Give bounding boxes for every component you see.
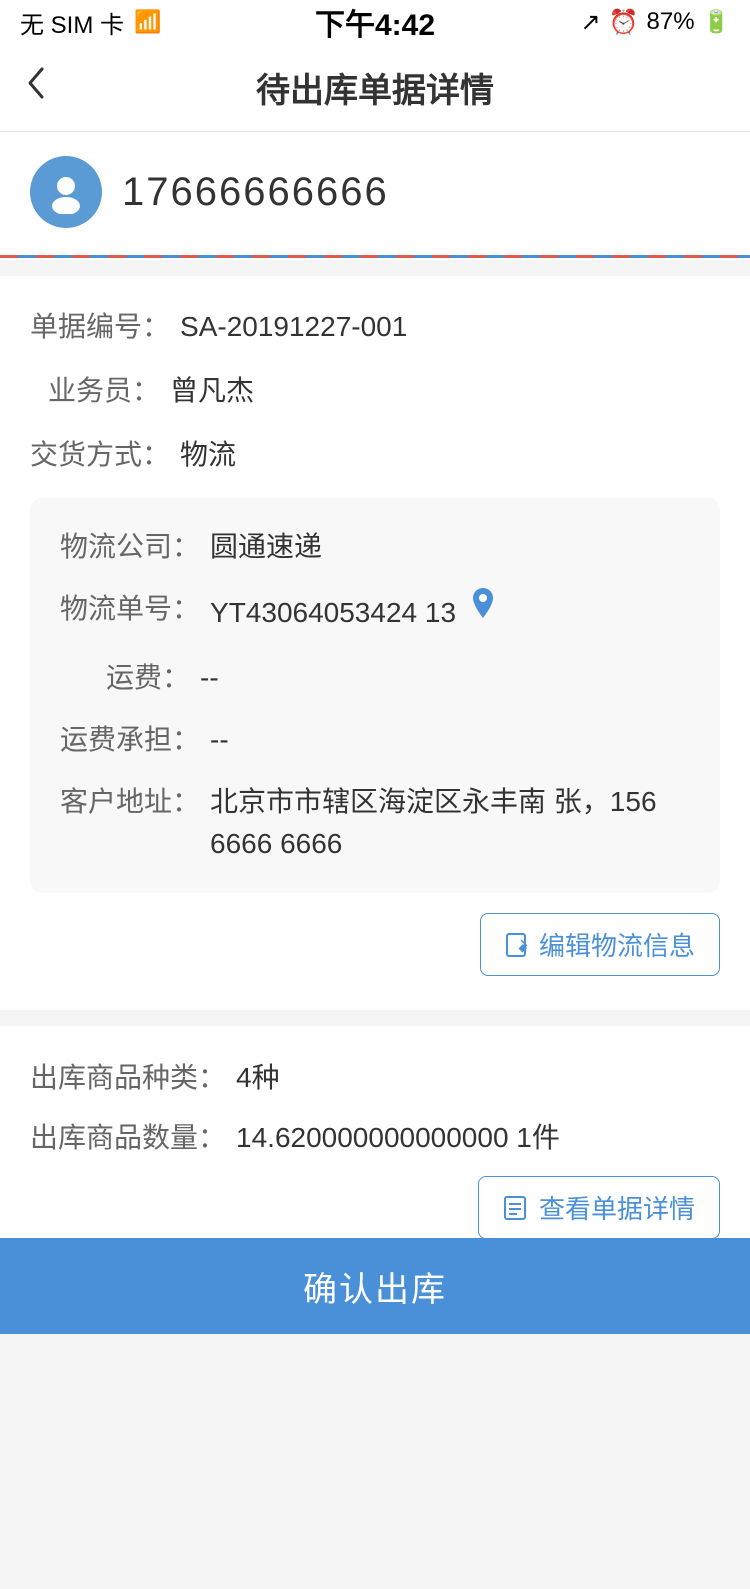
battery-icon: 🔋	[703, 9, 730, 35]
tracking-number: YT43064053424 13	[210, 592, 456, 634]
confirm-button-bar[interactable]: 确认出库	[0, 1238, 750, 1334]
view-details-action-row: 查看单据详情	[30, 1176, 720, 1243]
freight-bearer-label: 运费承担：	[60, 719, 210, 761]
carrier-text: 无 SIM 卡	[20, 5, 124, 40]
edit-logistics-label: 编辑物流信息	[539, 926, 695, 963]
delivery-label: 交货方式：	[30, 434, 180, 476]
salesman-value: 曾凡杰	[170, 370, 720, 412]
freight-bearer-value: --	[210, 719, 690, 761]
map-pin-icon[interactable]	[468, 588, 498, 637]
logistics-company-label: 物流公司：	[60, 526, 210, 568]
edit-logistics-button[interactable]: 编辑物流信息	[480, 913, 720, 976]
tracking-row: 物流单号： YT43064053424 13	[60, 588, 690, 637]
product-quantity-value: 14.620000000000000 1件	[236, 1116, 720, 1156]
document-icon	[503, 1195, 531, 1221]
freight-label: 运费：	[60, 657, 200, 699]
doc-number-value: SA-20191227-001	[180, 306, 720, 348]
page-title: 待出库单据详情	[256, 63, 494, 112]
salesman-label: 业务员：	[30, 370, 170, 412]
confirm-button-label: 确认出库	[303, 1262, 447, 1311]
nav-bar: 待出库单据详情	[0, 44, 750, 132]
edit-action-row: 编辑物流信息	[30, 913, 720, 980]
tracking-value-wrapper: YT43064053424 13	[210, 588, 690, 637]
basic-info-section: 单据编号： SA-20191227-001 业务员： 曾凡杰 交货方式： 物流 …	[0, 276, 750, 1010]
freight-value: --	[200, 657, 690, 699]
salesman-row: 业务员： 曾凡杰	[30, 370, 720, 412]
delivery-row: 交货方式： 物流	[30, 434, 720, 476]
location-status-icon: ↗	[581, 8, 601, 37]
product-type-row: 出库商品种类： 4种	[30, 1056, 720, 1096]
status-bar: 无 SIM 卡 📶 下午4:42 ↗ ⏰ 87% 🔋	[0, 0, 750, 44]
product-quantity-row: 出库商品数量： 14.620000000000000 1件	[30, 1116, 720, 1156]
view-details-label: 查看单据详情	[539, 1189, 695, 1226]
product-type-value: 4种	[236, 1056, 720, 1096]
summary-section: 出库商品种类： 4种 出库商品数量： 14.620000000000000 1件…	[0, 1026, 750, 1273]
product-quantity-label: 出库商品数量：	[30, 1116, 236, 1156]
view-details-button[interactable]: 查看单据详情	[478, 1176, 720, 1239]
edit-icon	[505, 932, 531, 958]
address-row: 客户地址： 北京市市辖区海淀区永丰南 张，156 6666 6666	[60, 781, 690, 865]
back-button[interactable]	[24, 63, 48, 112]
wifi-icon: 📶	[134, 9, 161, 35]
doc-number-label: 单据编号：	[30, 306, 180, 348]
avatar	[30, 156, 102, 228]
logistics-card: 物流公司： 圆通速递 物流单号： YT43064053424 13 运费：	[30, 498, 720, 893]
battery-text: 87%	[647, 8, 695, 36]
status-left: 无 SIM 卡 📶	[20, 5, 161, 40]
alarm-icon: ⏰	[609, 8, 639, 37]
dashed-divider	[0, 252, 750, 260]
user-phone: 17666666666	[122, 170, 389, 215]
status-time: 下午4:42	[315, 0, 435, 44]
status-right: ↗ ⏰ 87% 🔋	[581, 8, 730, 37]
logistics-company-row: 物流公司： 圆通速递	[60, 526, 690, 568]
product-type-label: 出库商品种类：	[30, 1056, 236, 1096]
delivery-value: 物流	[180, 434, 720, 476]
freight-bearer-row: 运费承担： --	[60, 719, 690, 761]
logistics-company-value: 圆通速递	[210, 526, 690, 568]
address-label: 客户地址：	[60, 781, 210, 823]
tracking-label: 物流单号：	[60, 588, 210, 630]
address-value: 北京市市辖区海淀区永丰南 张，156 6666 6666	[210, 781, 690, 865]
freight-row: 运费： --	[60, 657, 690, 699]
doc-number-row: 单据编号： SA-20191227-001	[30, 306, 720, 348]
user-header: 17666666666	[0, 132, 750, 252]
